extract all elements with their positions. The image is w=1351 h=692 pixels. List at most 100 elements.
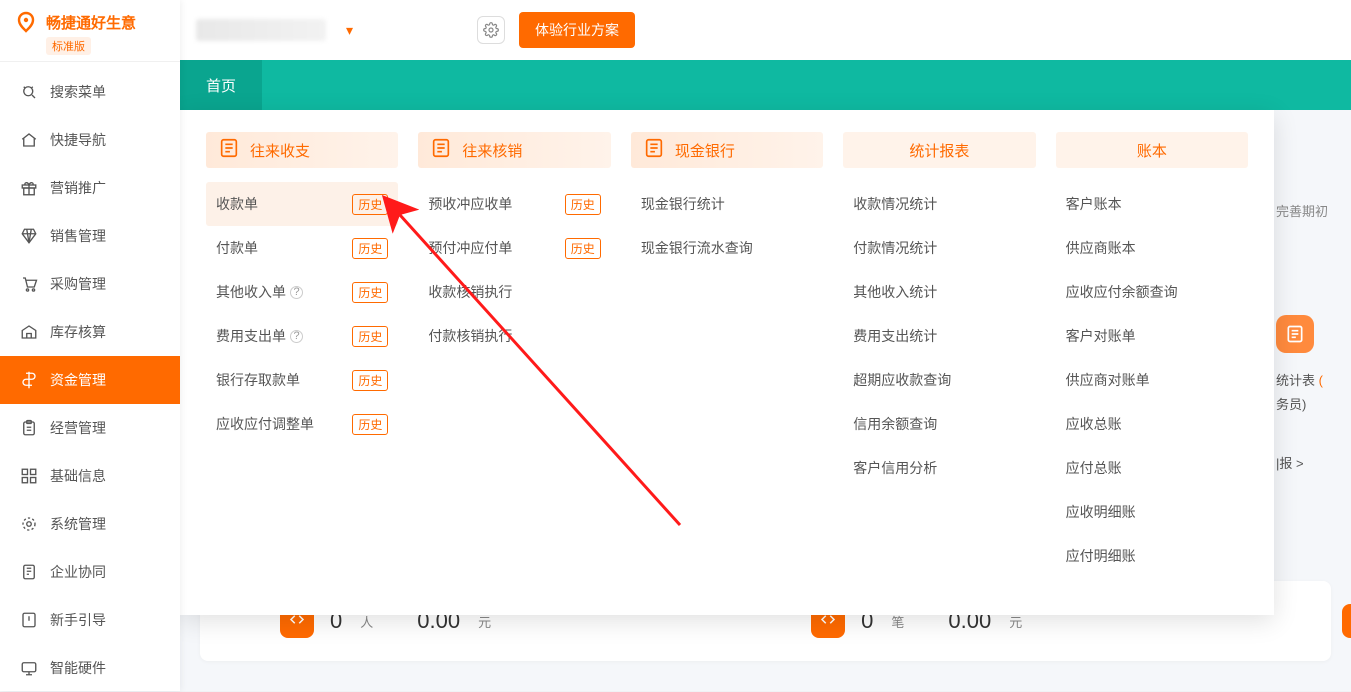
- doc-icon: [643, 137, 665, 163]
- history-tag[interactable]: 历史: [352, 282, 388, 303]
- chevron-down-icon[interactable]: ▾: [340, 22, 359, 39]
- sidebar-item-3[interactable]: 销售管理: [0, 212, 180, 260]
- menu-item[interactable]: 其他收入统计: [843, 270, 1035, 314]
- cart-icon: [20, 275, 38, 293]
- menu-item[interactable]: 应收应付调整单历史: [206, 402, 398, 446]
- menu-item[interactable]: 应收应付余额查询: [1056, 270, 1248, 314]
- quicklink-3[interactable]: |报 >: [1276, 452, 1351, 477]
- sidebar-item-2[interactable]: 营销推广: [0, 164, 180, 212]
- history-tag[interactable]: 历史: [352, 326, 388, 347]
- menu-item[interactable]: 应付明细账: [1056, 534, 1248, 578]
- org-name-blurred[interactable]: [196, 19, 326, 41]
- menu-item[interactable]: 超期应收款查询: [843, 358, 1035, 402]
- menu-item[interactable]: 费用支出统计: [843, 314, 1035, 358]
- sidebar-item-label: 基础信息: [50, 466, 106, 486]
- menu-item[interactable]: 付款情况统计: [843, 226, 1035, 270]
- sidebar-item-10[interactable]: 企业协同: [0, 548, 180, 596]
- history-tag[interactable]: 历史: [565, 238, 601, 259]
- quicklink-chip-icon[interactable]: [1276, 315, 1314, 353]
- stat-icon: [1342, 604, 1351, 638]
- doc-icon: [430, 137, 452, 163]
- hint-complete[interactable]: 完善期初: [1276, 200, 1351, 225]
- menu-item[interactable]: 现金银行流水查询: [631, 226, 823, 270]
- menu-item-label: 收款单: [216, 194, 258, 214]
- doc-icon: [218, 137, 240, 163]
- menu-item[interactable]: 应收总账: [1056, 402, 1248, 446]
- sidebar-item-label: 销售管理: [50, 226, 106, 246]
- megamenu-col-header: 现金银行: [631, 132, 823, 168]
- history-tag[interactable]: 历史: [352, 414, 388, 435]
- menu-item-label: 费用支出统计: [853, 326, 937, 346]
- sidebar-item-label: 营销推广: [50, 178, 106, 198]
- menu-item-label: 预付冲应付单: [428, 238, 512, 258]
- help-icon[interactable]: ?: [290, 286, 303, 299]
- tab-home[interactable]: 首页: [180, 60, 262, 110]
- menu-item-label: 客户对账单: [1066, 326, 1136, 346]
- help-icon[interactable]: ?: [290, 330, 303, 343]
- menu-item[interactable]: 供应商账本: [1056, 226, 1248, 270]
- grid-icon: [20, 467, 38, 485]
- megamenu-col-2: 现金银行现金银行统计现金银行流水查询: [621, 132, 833, 593]
- sidebar-item-12[interactable]: 智能硬件: [0, 644, 180, 692]
- clipboard-icon: [20, 419, 38, 437]
- menu-item[interactable]: 预收冲应收单 历史: [418, 182, 610, 226]
- menu-item[interactable]: 客户账本: [1056, 182, 1248, 226]
- cta-button[interactable]: 体验行业方案: [519, 12, 635, 48]
- tab-strip: 首页: [180, 60, 1351, 110]
- brand-logo-icon: [14, 10, 38, 34]
- history-tag[interactable]: 历史: [352, 194, 388, 215]
- menu-item-label: 供应商对账单: [1066, 370, 1150, 390]
- menu-item[interactable]: 现金银行统计: [631, 182, 823, 226]
- history-tag[interactable]: 历史: [352, 238, 388, 259]
- menu-item[interactable]: 收款单 历史: [206, 182, 398, 226]
- sidebar-item-5[interactable]: 库存核算: [0, 308, 180, 356]
- quicklink-2[interactable]: 务员): [1276, 393, 1351, 418]
- menu-item[interactable]: 信用余额查询: [843, 402, 1035, 446]
- search-icon: [20, 83, 38, 101]
- history-tag[interactable]: 历史: [565, 194, 601, 215]
- guide-icon: [20, 611, 38, 629]
- menu-item[interactable]: 应收明细账: [1056, 490, 1248, 534]
- menu-item[interactable]: 客户信用分析: [843, 446, 1035, 490]
- menu-item[interactable]: 应付总账: [1056, 446, 1248, 490]
- menu-item[interactable]: 收款情况统计: [843, 182, 1035, 226]
- sidebar-item-0[interactable]: 搜索菜单: [0, 68, 180, 116]
- menu-item[interactable]: 预付冲应付单 历史: [418, 226, 610, 270]
- sidebar-item-4[interactable]: 采购管理: [0, 260, 180, 308]
- menu-item[interactable]: 付款核销执行: [418, 314, 610, 358]
- menu-item-label: 银行存取款单: [216, 370, 300, 390]
- megamenu-col-1: 往来核销预收冲应收单历史预付冲应付单历史收款核销执行付款核销执行: [408, 132, 620, 593]
- col-title: 现金银行: [675, 140, 735, 161]
- menu-item[interactable]: 收款核销执行: [418, 270, 610, 314]
- col-title: 账本: [1137, 140, 1167, 161]
- history-tag[interactable]: 历史: [352, 370, 388, 391]
- sidebar-item-1[interactable]: 快捷导航: [0, 116, 180, 164]
- sidebar-item-9[interactable]: 系统管理: [0, 500, 180, 548]
- megamenu-col-header: 往来核销: [418, 132, 610, 168]
- sidebar: 畅捷通好生意 标准版 搜索菜单快捷导航营销推广销售管理采购管理库存核算资金管理经…: [0, 0, 180, 691]
- menu-item-label: 超期应收款查询: [853, 370, 951, 390]
- menu-item[interactable]: 银行存取款单 历史: [206, 358, 398, 402]
- tv-icon: [20, 659, 38, 677]
- menu-item-label: 客户账本: [1066, 194, 1122, 214]
- stat-block-2: 0笔0.00元: [1342, 604, 1351, 638]
- sidebar-item-label: 资金管理: [50, 370, 106, 390]
- col-title: 往来收支: [250, 140, 310, 161]
- menu-item-label: 预收冲应收单: [428, 194, 512, 214]
- sidebar-item-7[interactable]: 经营管理: [0, 404, 180, 452]
- menu-item-label: 应付总账: [1066, 458, 1122, 478]
- menu-item[interactable]: 费用支出单?历史: [206, 314, 398, 358]
- menu-item[interactable]: 其他收入单?历史: [206, 270, 398, 314]
- sidebar-item-11[interactable]: 新手引导: [0, 596, 180, 644]
- menu-item-label: 付款情况统计: [853, 238, 937, 258]
- menu-item[interactable]: 客户对账单: [1056, 314, 1248, 358]
- stock-icon: [20, 323, 38, 341]
- quicklink-1[interactable]: 统计表 (: [1276, 369, 1351, 394]
- sidebar-item-6[interactable]: 资金管理: [0, 356, 180, 404]
- org-icon: [20, 563, 38, 581]
- menu-item[interactable]: 付款单历史: [206, 226, 398, 270]
- settings-button[interactable]: [477, 16, 505, 44]
- sidebar-item-label: 智能硬件: [50, 658, 106, 678]
- menu-item[interactable]: 供应商对账单: [1056, 358, 1248, 402]
- sidebar-item-8[interactable]: 基础信息: [0, 452, 180, 500]
